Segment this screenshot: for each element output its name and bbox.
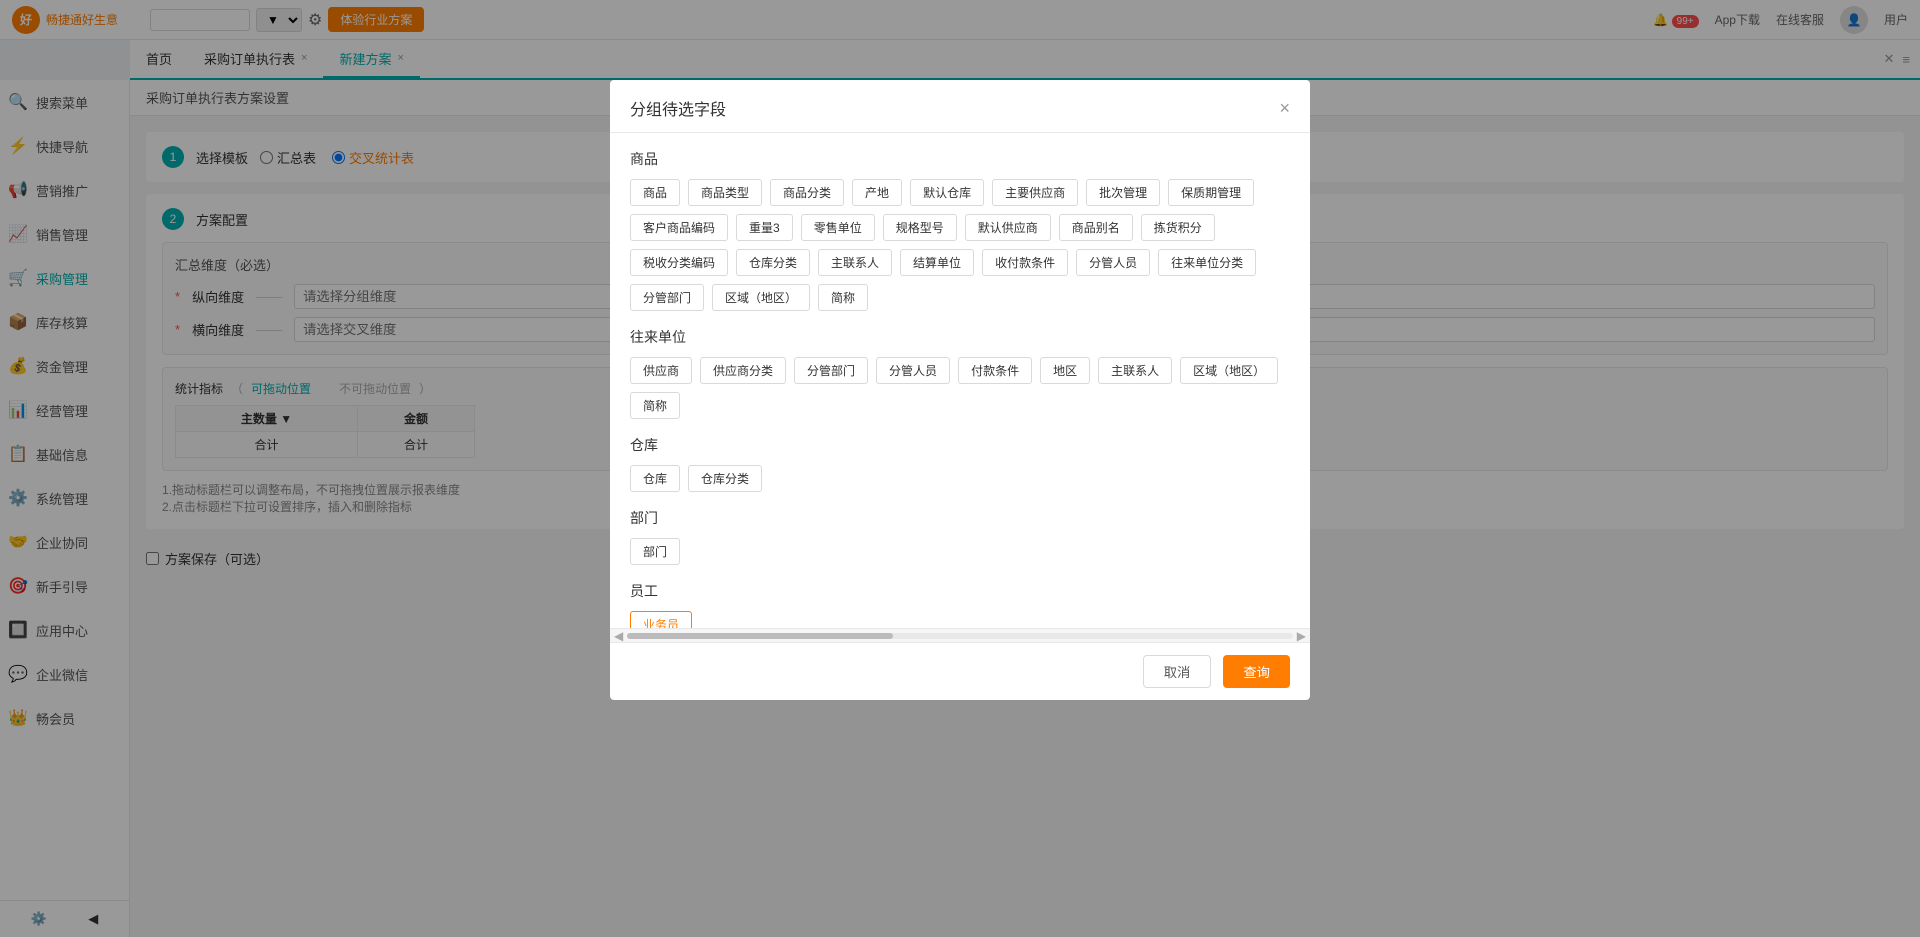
field-tag-product-1[interactable]: 商品类型 — [688, 179, 762, 206]
field-tag-product-9[interactable]: 重量3 — [736, 214, 793, 241]
field-tag-product-18[interactable]: 结算单位 — [900, 249, 974, 276]
field-tag-cp-7[interactable]: 区域（地区） — [1180, 357, 1278, 384]
field-tag-product-6[interactable]: 批次管理 — [1086, 179, 1160, 206]
field-tag-product-8[interactable]: 客户商品编码 — [630, 214, 728, 241]
field-tag-cp-0[interactable]: 供应商 — [630, 357, 692, 384]
field-tag-product-13[interactable]: 商品别名 — [1059, 214, 1133, 241]
warehouse-field-grid: 仓库 仓库分类 — [630, 465, 1290, 492]
field-tag-product-0[interactable]: 商品 — [630, 179, 680, 206]
field-tag-cp-6[interactable]: 主联系人 — [1098, 357, 1172, 384]
section-employee-title: 员工 — [630, 581, 1290, 601]
field-tag-product-12[interactable]: 默认供应商 — [965, 214, 1051, 241]
department-field-grid: 部门 — [630, 538, 1290, 565]
section-product-title: 商品 — [630, 149, 1290, 169]
field-selection-modal: 分组待选字段 × 商品 商品 商品类型 商品分类 产地 默认仓库 主要供应商 批… — [610, 80, 1310, 700]
hscroll-left-arrow[interactable]: ◀ — [614, 629, 623, 643]
field-tag-product-11[interactable]: 规格型号 — [883, 214, 957, 241]
field-tag-product-22[interactable]: 分管部门 — [630, 284, 704, 311]
field-tag-product-2[interactable]: 商品分类 — [770, 179, 844, 206]
section-department: 部门 部门 — [630, 508, 1290, 565]
section-department-title: 部门 — [630, 508, 1290, 528]
modal-overlay: 分组待选字段 × 商品 商品 商品类型 商品分类 产地 默认仓库 主要供应商 批… — [0, 0, 1920, 937]
field-tag-cp-2[interactable]: 分管部门 — [794, 357, 868, 384]
hscroll-right-arrow[interactable]: ▶ — [1297, 629, 1306, 643]
field-tag-dept-0[interactable]: 部门 — [630, 538, 680, 565]
counterparty-field-grid: 供应商 供应商分类 分管部门 分管人员 付款条件 地区 主联系人 区域（地区） … — [630, 357, 1290, 419]
section-warehouse-title: 仓库 — [630, 435, 1290, 455]
field-tag-product-15[interactable]: 税收分类编码 — [630, 249, 728, 276]
field-tag-wh-1[interactable]: 仓库分类 — [688, 465, 762, 492]
product-field-grid: 商品 商品类型 商品分类 产地 默认仓库 主要供应商 批次管理 保质期管理 客户… — [630, 179, 1290, 311]
section-counterparty: 往来单位 供应商 供应商分类 分管部门 分管人员 付款条件 地区 主联系人 区域… — [630, 327, 1290, 419]
field-tag-product-23[interactable]: 区域（地区） — [712, 284, 810, 311]
field-tag-cp-8[interactable]: 简称 — [630, 392, 680, 419]
modal-footer: 取消 查询 — [610, 642, 1310, 700]
modal-close-button[interactable]: × — [1279, 98, 1290, 119]
field-tag-product-5[interactable]: 主要供应商 — [992, 179, 1078, 206]
section-employee: 员工 业务员 — [630, 581, 1290, 628]
field-tag-product-20[interactable]: 分管人员 — [1076, 249, 1150, 276]
cancel-button[interactable]: 取消 — [1143, 655, 1212, 688]
field-tag-product-19[interactable]: 收付款条件 — [982, 249, 1068, 276]
modal-horizontal-scrollbar[interactable]: ◀ ▶ — [610, 628, 1310, 642]
field-tag-wh-0[interactable]: 仓库 — [630, 465, 680, 492]
modal-title: 分组待选字段 — [630, 96, 726, 120]
field-tag-product-16[interactable]: 仓库分类 — [736, 249, 810, 276]
modal-body[interactable]: 商品 商品 商品类型 商品分类 产地 默认仓库 主要供应商 批次管理 保质期管理… — [610, 133, 1310, 628]
section-warehouse: 仓库 仓库 仓库分类 — [630, 435, 1290, 492]
section-product: 商品 商品 商品类型 商品分类 产地 默认仓库 主要供应商 批次管理 保质期管理… — [630, 149, 1290, 311]
field-tag-product-14[interactable]: 拣货积分 — [1141, 214, 1215, 241]
employee-field-grid: 业务员 — [630, 611, 1290, 628]
field-tag-product-3[interactable]: 产地 — [852, 179, 902, 206]
field-tag-cp-1[interactable]: 供应商分类 — [700, 357, 786, 384]
field-tag-product-10[interactable]: 零售单位 — [801, 214, 875, 241]
hscroll-thumb[interactable] — [627, 633, 893, 639]
hscroll-track[interactable] — [627, 633, 1293, 639]
confirm-button[interactable]: 查询 — [1223, 655, 1290, 688]
section-counterparty-title: 往来单位 — [630, 327, 1290, 347]
field-tag-product-4[interactable]: 默认仓库 — [910, 179, 984, 206]
modal-header: 分组待选字段 × — [610, 80, 1310, 133]
field-tag-cp-5[interactable]: 地区 — [1040, 357, 1090, 384]
field-tag-emp-0[interactable]: 业务员 — [630, 611, 692, 628]
field-tag-product-17[interactable]: 主联系人 — [818, 249, 892, 276]
field-tag-cp-4[interactable]: 付款条件 — [958, 357, 1032, 384]
field-tag-product-21[interactable]: 往来单位分类 — [1158, 249, 1256, 276]
field-tag-cp-3[interactable]: 分管人员 — [876, 357, 950, 384]
field-tag-product-7[interactable]: 保质期管理 — [1168, 179, 1254, 206]
field-tag-product-24[interactable]: 简称 — [818, 284, 868, 311]
